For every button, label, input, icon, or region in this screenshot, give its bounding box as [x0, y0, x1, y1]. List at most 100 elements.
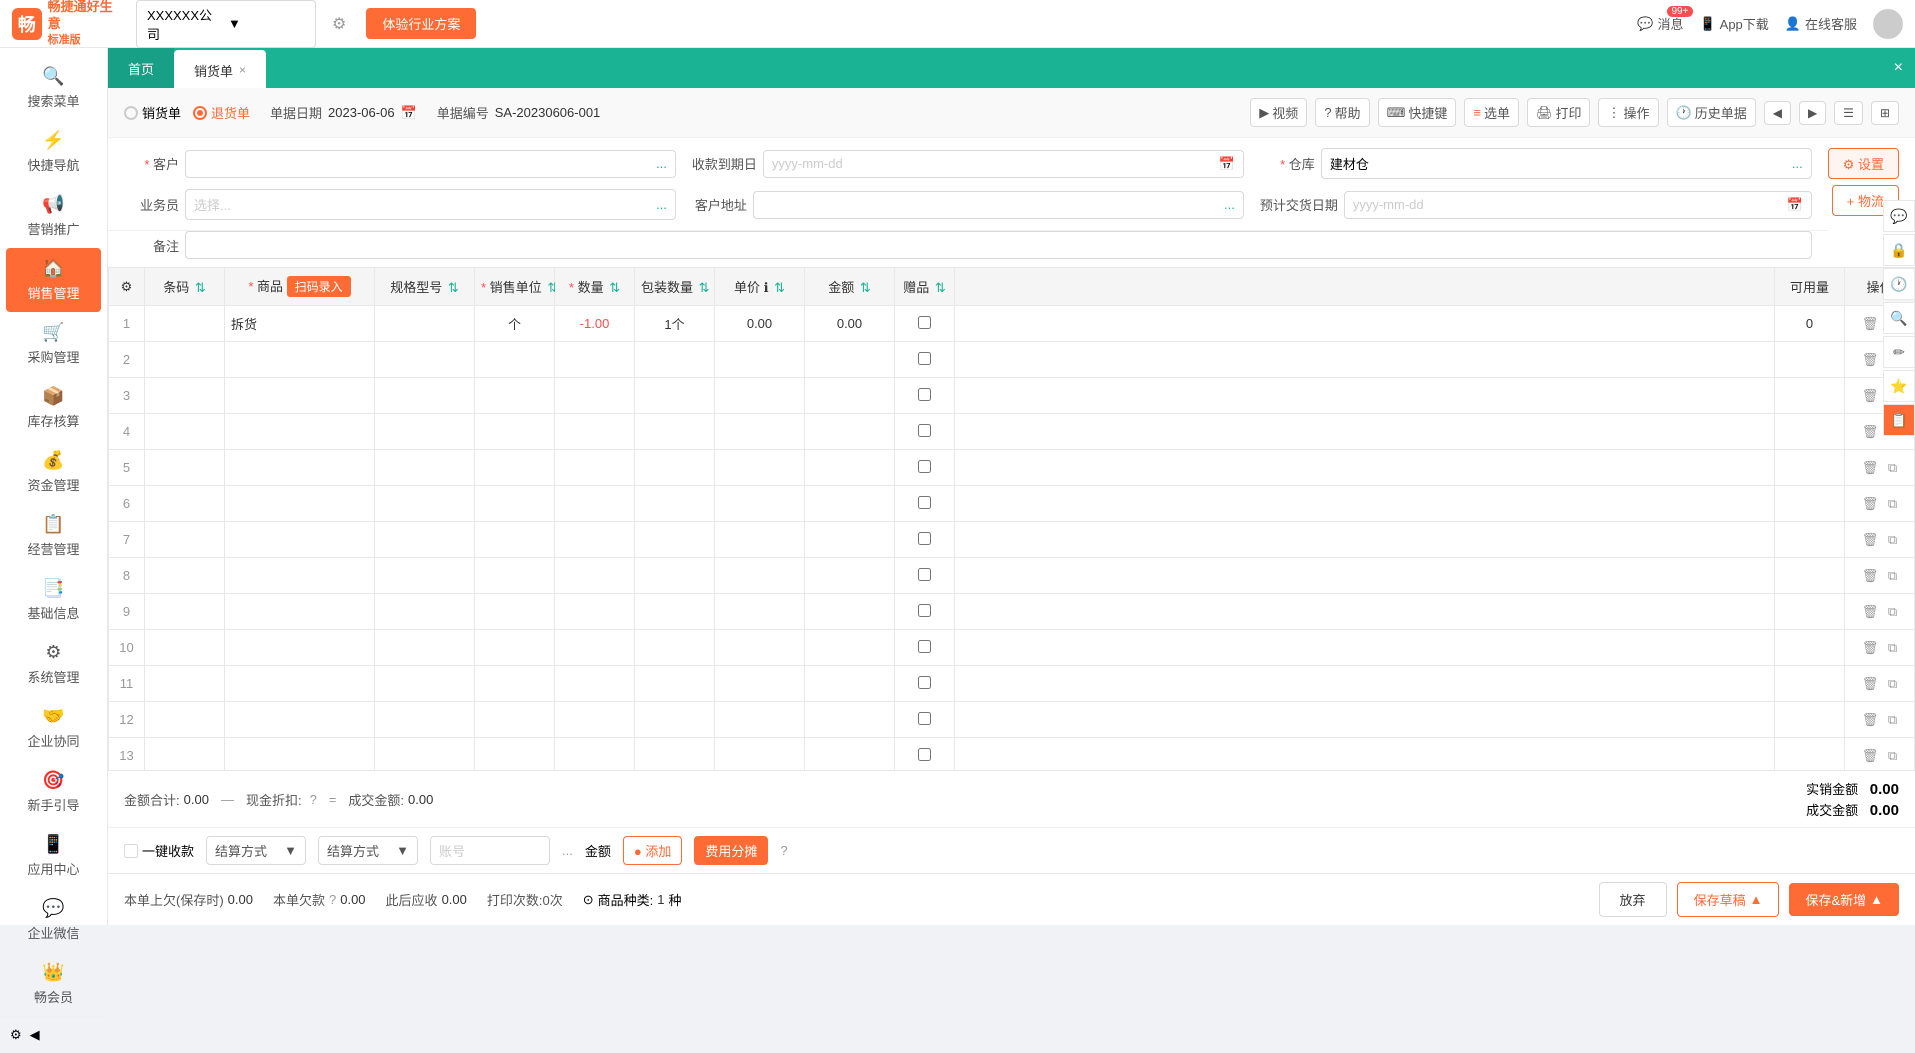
- cell-gift[interactable]: [895, 666, 955, 702]
- cell-price[interactable]: [715, 558, 805, 594]
- copy-icon[interactable]: ⧉: [1888, 532, 1897, 547]
- float-history-btn[interactable]: 🕐: [1883, 268, 1915, 300]
- cell-pack-qty[interactable]: [635, 702, 715, 738]
- copy-icon[interactable]: ⧉: [1888, 496, 1897, 511]
- collapse-icon[interactable]: ◀: [30, 1027, 40, 1043]
- list-view-btn[interactable]: ☰: [1834, 101, 1863, 125]
- cell-qty[interactable]: -1.00: [555, 306, 635, 342]
- cell-goods[interactable]: [225, 450, 375, 486]
- expense-split-button[interactable]: 费用分摊: [694, 836, 768, 865]
- delete-icon[interactable]: 🗑: [1862, 496, 1879, 511]
- cell-amount[interactable]: [805, 666, 895, 702]
- cell-remark[interactable]: [955, 306, 1775, 342]
- cell-gift[interactable]: [895, 738, 955, 771]
- cell-qty[interactable]: [555, 414, 635, 450]
- cell-remark[interactable]: [955, 738, 1775, 771]
- cell-qty[interactable]: [555, 630, 635, 666]
- cell-available[interactable]: [1775, 738, 1845, 771]
- sidebar-item-basic[interactable]: 📑 基础信息: [0, 568, 107, 632]
- cell-spec[interactable]: [375, 378, 475, 414]
- cell-qty[interactable]: [555, 702, 635, 738]
- cell-qty[interactable]: [555, 558, 635, 594]
- cell-available[interactable]: 0: [1775, 306, 1845, 342]
- price-info-icon[interactable]: ℹ: [764, 280, 769, 295]
- cell-pack-qty[interactable]: [635, 450, 715, 486]
- cell-pack-qty[interactable]: [635, 522, 715, 558]
- cell-remark[interactable]: [955, 414, 1775, 450]
- delete-icon[interactable]: 🗑: [1862, 388, 1879, 403]
- delete-icon[interactable]: 🗑: [1862, 316, 1879, 331]
- cell-amount[interactable]: [805, 738, 895, 771]
- copy-icon[interactable]: ⧉: [1888, 640, 1897, 655]
- cell-barcode[interactable]: [145, 450, 225, 486]
- gear-button[interactable]: ⚙: [324, 10, 354, 38]
- cell-qty[interactable]: [555, 378, 635, 414]
- cell-remark[interactable]: [955, 450, 1775, 486]
- cell-barcode[interactable]: [145, 594, 225, 630]
- cell-ops[interactable]: 🗑 ⧉: [1845, 702, 1915, 738]
- cell-price[interactable]: [715, 414, 805, 450]
- cell-amount[interactable]: 0.00: [805, 306, 895, 342]
- ops-btn[interactable]: ⋮ 操作: [1598, 98, 1658, 127]
- delete-icon[interactable]: 🗑: [1862, 568, 1879, 583]
- cell-pack-qty[interactable]: [635, 378, 715, 414]
- cell-pack-qty[interactable]: [635, 414, 715, 450]
- sidebar-item-inventory[interactable]: 📦 库存核算: [0, 376, 107, 440]
- discount-info-icon[interactable]: ?: [310, 792, 317, 807]
- cell-amount[interactable]: [805, 522, 895, 558]
- cell-amount[interactable]: [805, 594, 895, 630]
- cell-remark[interactable]: [955, 702, 1775, 738]
- cell-unit[interactable]: [475, 702, 555, 738]
- cell-ops[interactable]: 🗑 ⧉: [1845, 486, 1915, 522]
- delete-icon[interactable]: 🗑: [1862, 748, 1879, 763]
- cell-unit[interactable]: [475, 342, 555, 378]
- cell-spec[interactable]: [375, 522, 475, 558]
- save-new-button[interactable]: 保存&新增 ▲: [1789, 883, 1899, 916]
- cell-amount[interactable]: [805, 378, 895, 414]
- copy-icon[interactable]: ⧉: [1888, 676, 1897, 691]
- add-payment-button[interactable]: ● 添加: [623, 836, 682, 865]
- cell-unit[interactable]: [475, 630, 555, 666]
- cell-spec[interactable]: [375, 306, 475, 342]
- cell-qty[interactable]: [555, 486, 635, 522]
- warehouse-input[interactable]: 建材仓 ...: [1321, 148, 1812, 179]
- cell-price[interactable]: [715, 594, 805, 630]
- cell-barcode[interactable]: [145, 342, 225, 378]
- cell-price[interactable]: [715, 522, 805, 558]
- date-calendar-icon[interactable]: 📅: [401, 105, 417, 121]
- app-download-button[interactable]: 📱 App下载: [1699, 14, 1768, 33]
- cell-barcode[interactable]: [145, 414, 225, 450]
- cell-amount[interactable]: [805, 342, 895, 378]
- cell-spec[interactable]: [375, 558, 475, 594]
- delete-icon[interactable]: 🗑: [1862, 352, 1879, 367]
- due-date-input[interactable]: yyyy-mm-dd 📅: [763, 150, 1244, 178]
- cell-unit[interactable]: [475, 378, 555, 414]
- cell-barcode[interactable]: [145, 378, 225, 414]
- float-orange-btn[interactable]: 📋: [1883, 404, 1915, 436]
- copy-icon[interactable]: ⧉: [1888, 568, 1897, 583]
- cell-remark[interactable]: [955, 486, 1775, 522]
- cell-goods[interactable]: [225, 594, 375, 630]
- cell-available[interactable]: [1775, 594, 1845, 630]
- copy-icon[interactable]: ⧉: [1888, 748, 1897, 763]
- cell-price[interactable]: [715, 450, 805, 486]
- cell-available[interactable]: [1775, 522, 1845, 558]
- float-star-btn[interactable]: ⭐: [1883, 370, 1915, 402]
- cell-available[interactable]: [1775, 558, 1845, 594]
- cell-amount[interactable]: [805, 486, 895, 522]
- avatar[interactable]: [1873, 9, 1903, 39]
- cell-goods[interactable]: [225, 666, 375, 702]
- cell-spec[interactable]: [375, 594, 475, 630]
- cell-remark[interactable]: [955, 522, 1775, 558]
- barcode-sort[interactable]: ⇅: [195, 280, 206, 295]
- trial-button[interactable]: 体验行业方案: [366, 8, 476, 39]
- cell-gift[interactable]: [895, 378, 955, 414]
- settings-icon[interactable]: ⚙: [10, 1027, 22, 1043]
- cell-price[interactable]: [715, 378, 805, 414]
- cell-spec[interactable]: [375, 666, 475, 702]
- sidebar-item-guide[interactable]: 🎯 新手引导: [0, 760, 107, 824]
- cell-goods[interactable]: [225, 378, 375, 414]
- cell-goods[interactable]: [225, 558, 375, 594]
- cell-price[interactable]: [715, 630, 805, 666]
- goods-type-checkbox-icon[interactable]: ⊙: [583, 892, 594, 908]
